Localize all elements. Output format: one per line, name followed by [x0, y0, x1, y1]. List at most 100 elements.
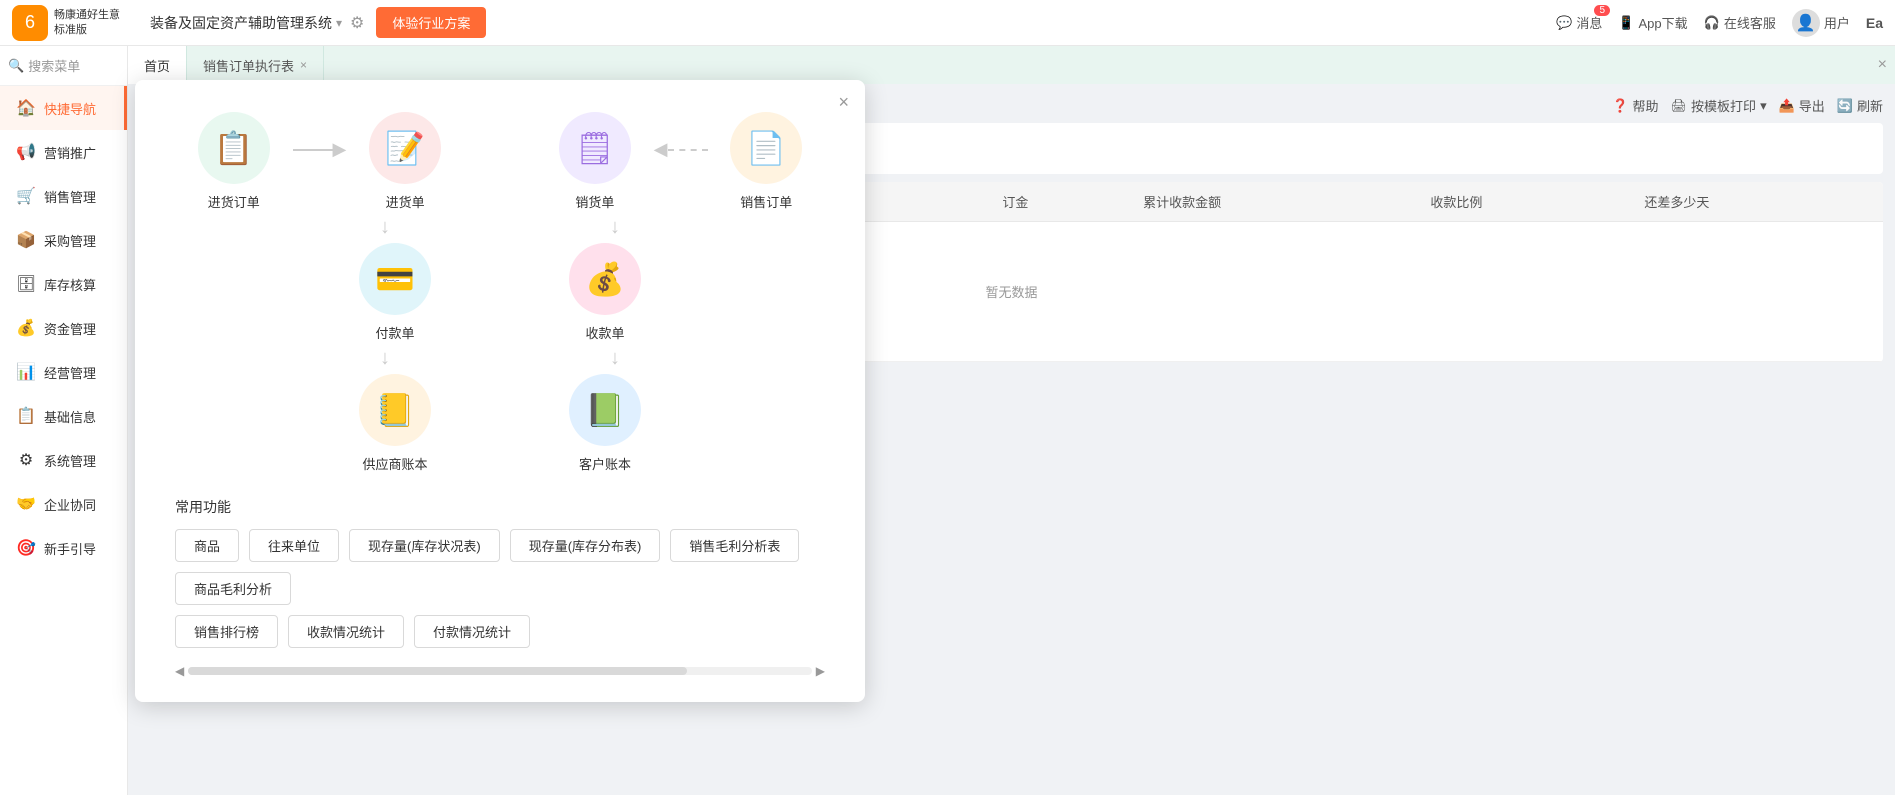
- col-deposit: 订金: [990, 182, 1131, 222]
- sidebar-menu: 🏠 快捷导航 📢 营销推广 🛒 销售管理 📦 采购管理 🗄 库存核: [0, 86, 127, 795]
- service-icon: 🎧: [1704, 15, 1720, 31]
- export-button[interactable]: 📤 导出: [1779, 96, 1825, 115]
- arrow-down-sale: ↓: [550, 213, 680, 241]
- print-icon: 🖨: [1671, 98, 1688, 114]
- tab-bar-close-icon[interactable]: ×: [1878, 56, 1887, 74]
- func-btn-sales-rank[interactable]: 销售排行榜: [175, 615, 278, 648]
- sidebar-item-sales[interactable]: 🛒 销售管理: [0, 174, 127, 218]
- popup-scrollbar[interactable]: ◀ ▶: [175, 664, 825, 678]
- purchase-bill-label: 进货单: [386, 192, 425, 211]
- func-btn-receipt-stats[interactable]: 收款情况统计: [288, 615, 404, 648]
- common-funcs-section: 常用功能 商品 往来单位 现存量(库存状况表) 现存量(库存分布表) 销售毛利分…: [175, 497, 825, 648]
- arrow-down-receipt: ↓: [550, 344, 680, 372]
- user-avatar: 👤: [1792, 9, 1820, 37]
- message-button[interactable]: 💬 消息 5: [1556, 13, 1602, 32]
- flow-node-payment-bill[interactable]: 💳 付款单: [330, 243, 460, 342]
- app-download-button[interactable]: 📱 App下载: [1618, 13, 1687, 32]
- func-btn-sales-profit[interactable]: 销售毛利分析表: [670, 529, 799, 562]
- refresh-button[interactable]: 🔄 刷新: [1837, 96, 1883, 115]
- tab-sales-order[interactable]: 销售订单执行表 ×: [187, 46, 324, 84]
- sidebar-search[interactable]: 🔍 搜索菜单: [0, 46, 127, 86]
- flow-node-customer-account[interactable]: 📗 客户账本: [540, 374, 670, 473]
- download-icon: 📱: [1618, 15, 1634, 31]
- supplier-account-circle: 📒: [359, 374, 431, 446]
- tab-home[interactable]: 首页: [128, 46, 187, 84]
- flow-node-receipt-bill[interactable]: 💰 收款单: [540, 243, 670, 342]
- sidebar-item-cooperation[interactable]: 🤝 企业协同: [0, 482, 127, 526]
- payment-bill-circle: 💳: [359, 243, 431, 315]
- sidebar-item-beginner[interactable]: 🎯 新手引导: [0, 526, 127, 570]
- popup-close-button[interactable]: ×: [838, 92, 849, 113]
- tab-close-icon[interactable]: ×: [300, 58, 307, 72]
- func-btn-product[interactable]: 商品: [175, 529, 239, 562]
- sidebar-item-finance[interactable]: 💰 资金管理: [0, 306, 127, 350]
- export-icon: 📤: [1779, 98, 1795, 114]
- scroll-right-arrow[interactable]: ▶: [816, 664, 825, 678]
- sale-bill-label: 销货单: [575, 192, 614, 211]
- sidebar-item-system[interactable]: ⚙ 系统管理: [0, 438, 127, 482]
- beginner-icon: 🎯: [16, 538, 36, 558]
- flow-row-1: 📋 进货订单 ▶ 📝 进货单: [175, 112, 825, 211]
- flow-node-sale-bill[interactable]: 🗒 销货单: [536, 112, 654, 211]
- system-title-text: 装备及固定资产辅助管理系统: [150, 13, 332, 33]
- purchase-bill-circle: 📝: [369, 112, 441, 184]
- flow-node-sale-order[interactable]: 📄 销售订单: [708, 112, 826, 211]
- logo-text: 畅康通好生意 标准版: [54, 8, 120, 37]
- sidebar-item-purchase[interactable]: 📦 采购管理: [0, 218, 127, 262]
- flow-node-purchase-order[interactable]: 📋 进货订单: [175, 112, 293, 211]
- func-btn-payment-stats[interactable]: 付款情况统计: [414, 615, 530, 648]
- flow-down-row: ↓ ↓: [175, 211, 825, 243]
- receipt-bill-circle: 💰: [569, 243, 641, 315]
- help-icon: ❓: [1612, 98, 1628, 114]
- purchase-order-circle: 📋: [198, 112, 270, 184]
- system-dropdown-icon[interactable]: ▾: [336, 16, 342, 30]
- func-btn-inventory-dist[interactable]: 现存量(库存分布表): [510, 529, 661, 562]
- user-menu-button[interactable]: 👤 用户: [1792, 9, 1850, 37]
- online-service-button[interactable]: 🎧 在线客服: [1704, 13, 1776, 32]
- print-dropdown-icon: ▾: [1760, 98, 1767, 114]
- scroll-left-arrow[interactable]: ◀: [175, 664, 184, 678]
- customer-account-label: 客户账本: [579, 454, 631, 473]
- message-badge: 5: [1594, 5, 1610, 16]
- scroll-track: [188, 667, 812, 675]
- flow-row-2: 💳 付款单 💰 收款单: [175, 243, 825, 342]
- message-icon: 💬: [1556, 15, 1572, 31]
- func-btn-inventory-status[interactable]: 现存量(库存状况表): [349, 529, 500, 562]
- trial-button[interactable]: 体验行业方案: [376, 7, 486, 38]
- basic-info-icon: 📋: [16, 406, 36, 426]
- gear-icon[interactable]: ⚙: [350, 13, 364, 33]
- sidebar-item-basic-info[interactable]: 📋 基础信息: [0, 394, 127, 438]
- func-btn-contacts[interactable]: 往来单位: [249, 529, 339, 562]
- sale-order-circle: 📄: [730, 112, 802, 184]
- help-button[interactable]: ❓ 帮助: [1612, 96, 1658, 115]
- sale-order-label: 销售订单: [740, 192, 792, 211]
- logo-icon: 6: [12, 5, 48, 41]
- sale-bill-circle: 🗒: [559, 112, 631, 184]
- payment-bill-label: 付款单: [375, 323, 414, 342]
- logo-area: 6 畅康通好生意 标准版: [12, 5, 140, 41]
- scroll-thumb: [188, 667, 687, 675]
- arrow-down-purchase: ↓: [320, 213, 450, 241]
- sidebar: 🔍 搜索菜单 🏠 快捷导航 📢 营销推广 🛒 销售管理 📦: [0, 46, 128, 795]
- sidebar-item-quick-nav[interactable]: 🏠 快捷导航: [0, 86, 127, 130]
- sidebar-item-inventory[interactable]: 🗄 库存核算: [0, 262, 127, 306]
- top-right-area: 💬 消息 5 📱 App下载 🎧 在线客服 👤 用户 Ea: [1556, 9, 1883, 37]
- template-print-button[interactable]: 🖨 按模板打印 ▾: [1671, 96, 1767, 115]
- search-icon: 🔍: [8, 58, 24, 74]
- sidebar-item-marketing[interactable]: 📢 营销推广: [0, 130, 127, 174]
- col-receipt-ratio: 收款比例: [1418, 182, 1632, 222]
- common-funcs-title: 常用功能: [175, 497, 825, 517]
- marketing-icon: 📢: [16, 142, 36, 162]
- finance-icon: 💰: [16, 318, 36, 338]
- sidebar-item-operation[interactable]: 📊 经营管理: [0, 350, 127, 394]
- ea-label: Ea: [1866, 15, 1883, 31]
- func-btn-product-profit[interactable]: 商品毛利分析: [175, 572, 291, 605]
- flow-node-purchase-bill[interactable]: 📝 进货单: [346, 112, 464, 211]
- arrow-sale-order-to-bill: ◀: [654, 139, 708, 184]
- arrow-down-payment: ↓: [320, 344, 450, 372]
- col-total-receipt: 累计收款金额: [1131, 182, 1418, 222]
- flow-node-supplier-account[interactable]: 📒 供应商账本: [330, 374, 460, 473]
- flow-diagram: 📋 进货订单 ▶ 📝 进货单: [175, 112, 825, 473]
- func-buttons-row-1: 商品 往来单位 现存量(库存状况表) 现存量(库存分布表) 销售毛利分析表 商品…: [175, 529, 825, 605]
- flow-down-row-2: ↓ ↓: [175, 342, 825, 374]
